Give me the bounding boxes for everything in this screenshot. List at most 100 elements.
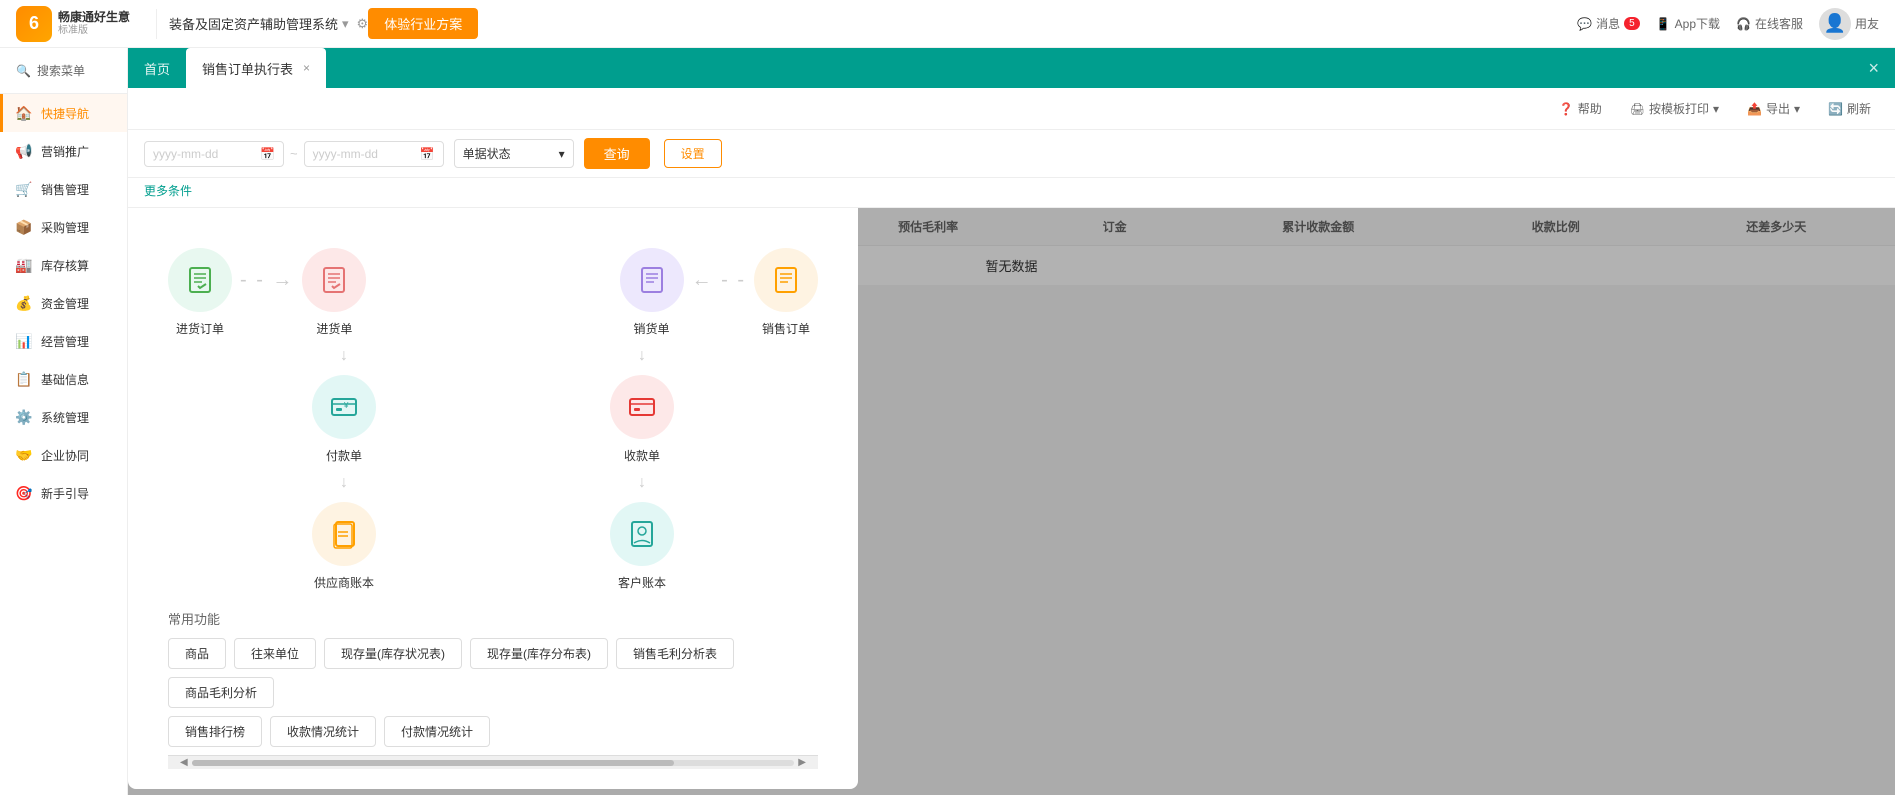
user-btn[interactable]: 👤 用友 — [1819, 8, 1879, 40]
sidebar-item-cooperation[interactable]: 🤝 企业协同 — [0, 436, 127, 474]
purchase-order-node[interactable]: 进货订单 — [168, 248, 232, 337]
purchase-bill-node[interactable]: 进货单 — [302, 248, 366, 337]
content-area: 首页 销售订单执行表 × × ❓ 帮助 🖨 按模板打印 ▾ — [128, 48, 1895, 795]
scroll-thumb[interactable] — [192, 760, 674, 766]
sidebar-search-area: 🔍 搜索菜单 — [0, 48, 127, 94]
func-btn-stock-status[interactable]: 现存量(库存状况表) — [324, 638, 462, 669]
func-btns-row2: 销售排行榜 收款情况统计 付款情况统计 — [168, 716, 818, 747]
download-icon: 📱 — [1656, 17, 1671, 31]
cooperation-icon: 🤝 — [15, 446, 33, 464]
sidebar-item-operations[interactable]: 📊 经营管理 — [0, 322, 127, 360]
func-btn-sales-margin[interactable]: 销售毛利分析表 — [616, 638, 734, 669]
template-print-btn[interactable]: 🖨 按模板打印 ▾ — [1622, 96, 1727, 121]
close-all-btn[interactable]: × — [1868, 58, 1879, 79]
query-btn[interactable]: 查询 — [584, 138, 650, 169]
receipt-bill-icon — [610, 375, 674, 439]
avatar: 👤 — [1819, 8, 1851, 40]
sidebar-item-purchase[interactable]: 📦 采购管理 — [0, 208, 127, 246]
sidebar-item-finance[interactable]: 💰 资金管理 — [0, 284, 127, 322]
settings-icon[interactable]: ⚙ — [357, 16, 369, 32]
message-btn[interactable]: 💬 消息 5 — [1577, 15, 1640, 32]
down-arrow-purchase: ↓ — [312, 347, 376, 365]
sales-order-node[interactable]: 销售订单 — [754, 248, 818, 337]
tab-sales-order-execution[interactable]: 销售订单执行表 × — [186, 48, 326, 88]
func-btn-stock-dist[interactable]: 现存量(库存分布表) — [470, 638, 608, 669]
receipt-bill-node[interactable]: 收款单 — [610, 375, 674, 464]
sidebar-search-btn[interactable]: 🔍 搜索菜单 — [8, 56, 119, 85]
logo-area: 6 畅康通好生意 标准版 — [16, 6, 144, 42]
quick-nav-overlay: 进货订单 - - → — [128, 208, 1895, 795]
down-arrow-sales: ↓ — [610, 347, 674, 365]
basic-info-icon: 📋 — [15, 370, 33, 388]
logo-sub: 标准版 — [58, 25, 130, 37]
func-btn-goods-margin[interactable]: 商品毛利分析 — [168, 677, 274, 708]
tab-home[interactable]: 首页 — [128, 48, 186, 88]
arrow-2: ← - - — [684, 269, 754, 292]
message-icon: 💬 — [1577, 17, 1592, 31]
scroll-track[interactable] — [192, 760, 795, 766]
payment-bill-node[interactable]: ¥ 付款单 — [312, 375, 376, 464]
system-icon: ⚙️ — [15, 408, 33, 426]
sales-order-icon — [754, 248, 818, 312]
trial-btn[interactable]: 体验行业方案 — [368, 8, 478, 39]
search-icon: 🔍 — [16, 64, 31, 78]
scroll-left-btn[interactable]: ◀ — [176, 757, 192, 768]
export-btn[interactable]: 📤 导出 ▾ — [1739, 96, 1808, 121]
func-btn-partners[interactable]: 往来单位 — [234, 638, 316, 669]
sidebar-item-system[interactable]: ⚙️ 系统管理 — [0, 398, 127, 436]
app-download-btn[interactable]: 📱 App下载 — [1656, 15, 1720, 32]
finance-icon: 💰 — [15, 294, 33, 312]
sidebar-item-guide[interactable]: 🎯 新手引导 — [0, 474, 127, 512]
sidebar-item-basic-info[interactable]: 📋 基础信息 — [0, 360, 127, 398]
scrollbar[interactable]: ◀ ▶ — [168, 755, 818, 769]
more-conditions-btn[interactable]: 更多条件 — [144, 184, 192, 198]
customer-ledger-icon — [610, 502, 674, 566]
supplier-ledger-icon — [312, 502, 376, 566]
purchase-order-icon — [168, 248, 232, 312]
guide-icon: 🎯 — [15, 484, 33, 502]
tool-bar: ❓ 帮助 🖨 按模板打印 ▾ 📤 导出 ▾ 🔄 刷新 — [128, 88, 1895, 130]
down-arrow-receipt: ↓ — [610, 474, 674, 492]
sidebar-nav: 🏠 快捷导航 📢 营销推广 🛒 销售管理 📦 采购管理 🏭 库存核 — [0, 94, 127, 795]
sales-icon: 🛒 — [15, 180, 33, 198]
func-btn-payment-stats[interactable]: 付款情况统计 — [384, 716, 490, 747]
sidebar-item-marketing[interactable]: 📢 营销推广 — [0, 132, 127, 170]
purchase-icon: 📦 — [15, 218, 33, 236]
sales-bill-node[interactable]: 销货单 — [620, 248, 684, 337]
search-bar: yyyy-mm-dd 📅 ~ yyyy-mm-dd 📅 单据状态 ▾ 查询 设置 — [128, 130, 1895, 178]
system-title: 装备及固定资产辅助管理系统 — [169, 14, 338, 33]
func-btn-receipt-stats[interactable]: 收款情况统计 — [270, 716, 376, 747]
set-btn[interactable]: 设置 — [664, 139, 722, 168]
sidebar-item-sales[interactable]: 🛒 销售管理 — [0, 170, 127, 208]
refresh-btn[interactable]: 🔄 刷新 — [1820, 96, 1879, 121]
payment-bill-label: 付款单 — [326, 447, 362, 464]
common-funcs-title: 常用功能 — [168, 609, 818, 628]
help-btn[interactable]: ❓ 帮助 — [1551, 96, 1610, 121]
sidebar-item-quick-nav[interactable]: 🏠 快捷导航 — [0, 94, 127, 132]
sidebar-item-inventory[interactable]: 🏭 库存核算 — [0, 246, 127, 284]
logo-icon: 6 — [16, 6, 52, 42]
common-funcs: 常用功能 商品 往来单位 现存量(库存状况表) 现存量(库存分布表) 销售毛利分… — [168, 609, 818, 747]
sales-order-label: 销售订单 — [762, 320, 810, 337]
status-select[interactable]: 单据状态 ▾ — [454, 139, 574, 168]
message-badge: 5 — [1624, 17, 1640, 30]
date-to-input[interactable]: yyyy-mm-dd 📅 — [304, 141, 444, 167]
customer-ledger-node[interactable]: 客户账本 — [610, 502, 674, 591]
func-btn-goods[interactable]: 商品 — [168, 638, 226, 669]
operations-icon: 📊 — [15, 332, 33, 350]
system-dropdown-icon[interactable]: ▾ — [342, 16, 349, 32]
down-arrow-payment: ↓ — [312, 474, 376, 492]
flow-row-5: 供应商账本 客户账本 — [168, 492, 818, 601]
flow-arrows-row: ↓ ↓ — [168, 347, 818, 365]
func-btn-sales-rank[interactable]: 销售排行榜 — [168, 716, 262, 747]
purchase-bill-icon — [302, 248, 366, 312]
online-service-btn[interactable]: 🎧 在线客服 — [1736, 15, 1803, 32]
scroll-right-btn[interactable]: ▶ — [794, 757, 810, 768]
date-from-input[interactable]: yyyy-mm-dd 📅 — [144, 141, 284, 167]
calendar-icon: 📅 — [260, 147, 275, 161]
main-area: 🔍 搜索菜单 🏠 快捷导航 📢 营销推广 🛒 销售管理 📦 — [0, 48, 1895, 795]
supplier-ledger-node[interactable]: 供应商账本 — [312, 502, 376, 591]
print-icon: 🖨 — [1630, 102, 1645, 116]
top-bar: 6 畅康通好生意 标准版 装备及固定资产辅助管理系统 ▾ ⚙ 体验行业方案 💬 … — [0, 0, 1895, 48]
tab-close-btn[interactable]: × — [303, 61, 310, 75]
